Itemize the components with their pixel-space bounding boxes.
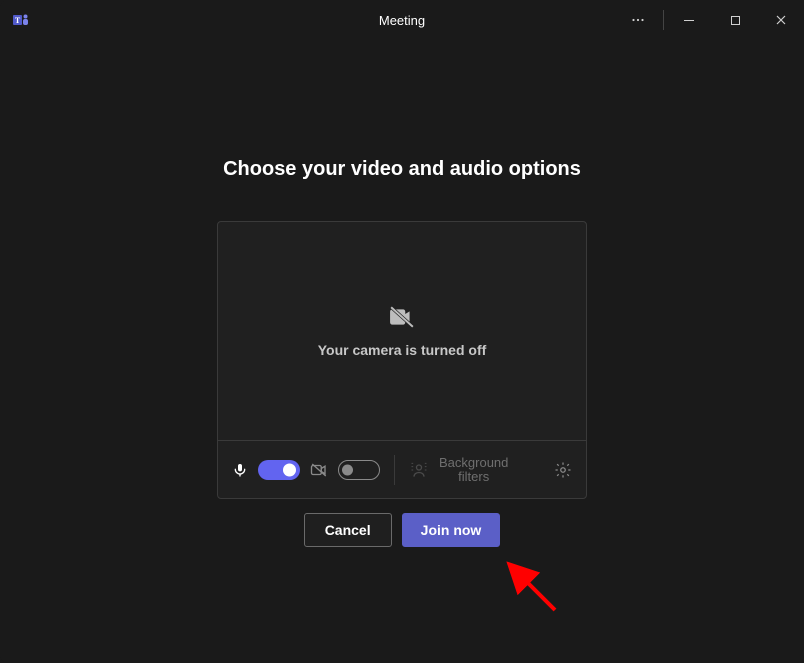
close-button[interactable] [758, 0, 804, 40]
titlebar-divider [663, 10, 664, 30]
background-filters-button[interactable]: Background filters [409, 456, 508, 484]
settings-icon[interactable] [554, 461, 572, 479]
toggle-knob [342, 464, 353, 475]
teams-app-icon: T [12, 11, 30, 29]
join-label: Join now [421, 522, 482, 538]
camera-preview: Your camera is turned off [218, 222, 586, 440]
toggle-knob [283, 463, 296, 476]
meeting-window: T Meeting Choose your video and audio op… [0, 0, 804, 663]
minimize-button[interactable] [666, 0, 712, 40]
action-buttons: Cancel Join now [304, 513, 501, 547]
av-controls: Background filters [218, 440, 586, 498]
camera-off-text: Your camera is turned off [318, 342, 487, 358]
svg-text:T: T [15, 16, 21, 25]
controls-divider [394, 455, 395, 485]
page-heading: Choose your video and audio options [223, 158, 581, 181]
titlebar: T Meeting [0, 0, 804, 40]
cancel-label: Cancel [325, 522, 371, 538]
more-options-button[interactable] [615, 0, 661, 40]
camera-off-icon [389, 304, 415, 330]
cancel-button[interactable]: Cancel [304, 513, 392, 547]
background-filters-icon [409, 460, 429, 480]
camera-toggle[interactable] [338, 460, 380, 480]
window-controls [615, 0, 804, 40]
camera-icon[interactable] [310, 461, 328, 479]
background-filters-label: Background filters [439, 456, 508, 484]
microphone-toggle[interactable] [258, 460, 300, 480]
window-title: Meeting [379, 13, 425, 28]
join-now-button[interactable]: Join now [402, 513, 501, 547]
content-area: Choose your video and audio options Your… [0, 40, 804, 663]
maximize-button[interactable] [712, 0, 758, 40]
video-audio-panel: Your camera is turned off [217, 221, 587, 499]
microphone-icon[interactable] [232, 462, 248, 478]
